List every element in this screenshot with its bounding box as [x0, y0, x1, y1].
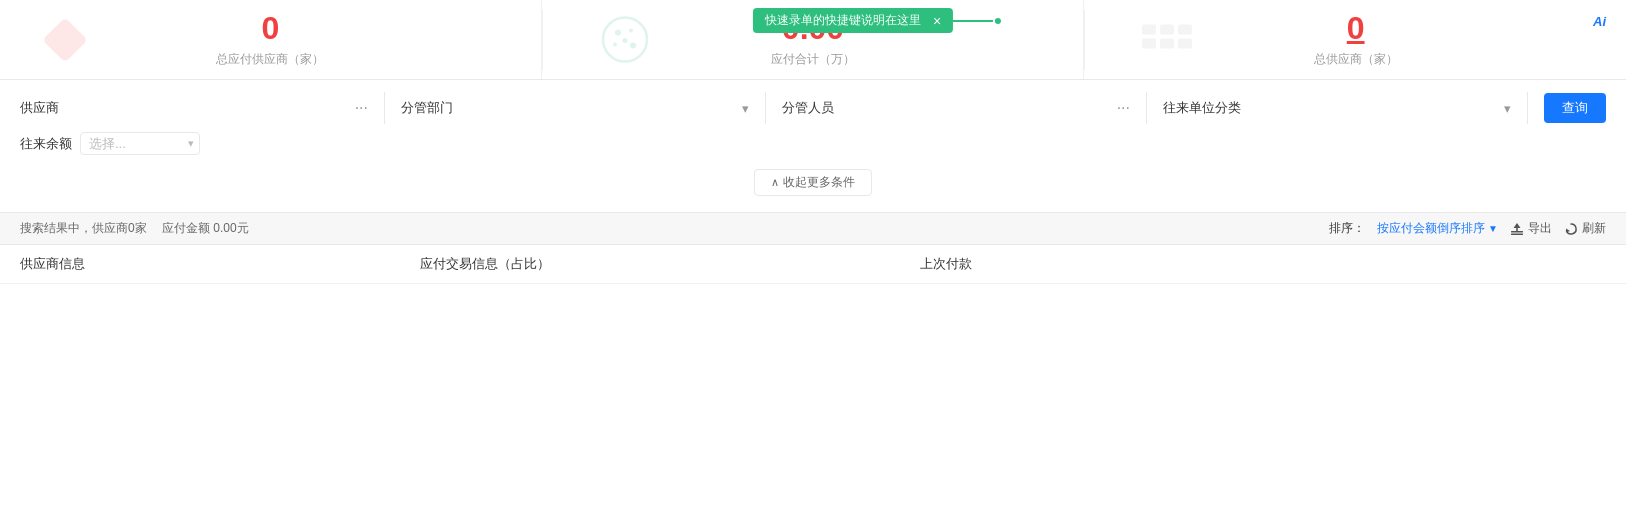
collapse-row: ∧ 收起更多条件 — [20, 159, 1606, 204]
filter-row-1: 供应商 ··· 分管部门 ▾ 分管人员 ··· 往来单位分类 ▾ 查询 — [20, 92, 1606, 124]
svg-marker-17 — [1566, 228, 1570, 232]
tooltip-dot — [993, 16, 1003, 26]
svg-rect-11 — [1142, 38, 1156, 48]
tooltip-close-button[interactable]: × — [933, 13, 941, 29]
grid-icon — [1140, 22, 1195, 57]
export-label: 导出 — [1528, 220, 1552, 237]
filter-department: 分管部门 ▾ — [385, 92, 766, 124]
person-dots[interactable]: ··· — [1117, 99, 1130, 117]
stat-payable-total: 快速录单的快捷键说明在这里 × 0.00 应付合计（万） — [543, 0, 1085, 79]
person-label: 分管人员 — [782, 99, 834, 117]
total-suppliers-count: 0 — [1347, 11, 1365, 46]
col-last-payment: 上次付款 — [920, 255, 1606, 273]
dept-input[interactable] — [461, 101, 738, 116]
svg-point-4 — [629, 28, 633, 32]
results-amount: 应付金额 0.00元 — [162, 221, 249, 235]
search-button[interactable]: 查询 — [1544, 93, 1606, 123]
total-suppliers-label: 总供应商（家） — [1314, 51, 1398, 68]
svg-rect-8 — [1142, 24, 1156, 34]
results-actions: 排序： 按应付会额倒序排序 ▼ 导出 刷新 — [1329, 220, 1606, 237]
supplier-dots[interactable]: ··· — [355, 99, 368, 117]
svg-point-3 — [615, 29, 621, 35]
svg-rect-14 — [1511, 231, 1523, 233]
balance-select[interactable]: 选择... — [80, 132, 200, 155]
svg-point-7 — [622, 38, 627, 43]
ap-suppliers-label: 总应付供应商（家） — [216, 51, 324, 68]
payable-label: 应付合计（万） — [771, 51, 855, 68]
supplier-input[interactable] — [67, 101, 351, 116]
tooltip-text: 快速录单的快捷键说明在这里 — [765, 12, 921, 29]
export-icon — [1510, 222, 1524, 236]
stat-total-suppliers-right: 0 总供应商（家） Ai — [1085, 0, 1626, 79]
unit-type-input[interactable] — [1249, 101, 1500, 116]
svg-rect-13 — [1178, 38, 1192, 48]
svg-rect-12 — [1160, 38, 1174, 48]
balance-label: 往来余额 — [20, 135, 72, 153]
sort-value: 按应付会额倒序排序 — [1377, 221, 1485, 235]
col-supplier-info: 供应商信息 — [20, 255, 420, 273]
cookie-icon — [598, 12, 653, 67]
sort-chevron-icon: ▼ — [1488, 223, 1498, 234]
unit-type-label: 往来单位分类 — [1163, 99, 1241, 117]
export-button[interactable]: 导出 — [1510, 220, 1552, 237]
stats-bar: 0 总应付供应商（家） 快速录单的快捷键说明在这里 × 0.00 应付合计（万） — [0, 0, 1626, 80]
diamond-icon — [40, 15, 90, 65]
supplier-label: 供应商 — [20, 99, 59, 117]
unit-type-chevron-icon[interactable]: ▾ — [1504, 101, 1511, 116]
table-body — [0, 284, 1626, 515]
svg-rect-9 — [1160, 24, 1174, 34]
results-count: 搜索结果中，供应商0家 — [20, 221, 147, 235]
results-bar: 搜索结果中，供应商0家 应付金额 0.00元 排序： 按应付会额倒序排序 ▼ 导… — [0, 213, 1626, 245]
collapse-icon: ∧ — [771, 176, 779, 189]
refresh-label: 刷新 — [1582, 220, 1606, 237]
refresh-button[interactable]: 刷新 — [1564, 220, 1606, 237]
svg-point-6 — [630, 42, 636, 48]
collapse-button[interactable]: ∧ 收起更多条件 — [754, 169, 872, 196]
table-header: 供应商信息 应付交易信息（占比） 上次付款 — [0, 245, 1626, 284]
person-input[interactable] — [842, 101, 1113, 116]
ap-suppliers-count: 0 — [261, 11, 279, 46]
filter-unit-type: 往来单位分类 ▾ — [1147, 92, 1528, 124]
svg-marker-16 — [1514, 223, 1521, 231]
svg-point-5 — [613, 42, 617, 46]
svg-rect-0 — [44, 18, 86, 60]
results-summary: 搜索结果中，供应商0家 应付金额 0.00元 — [20, 220, 249, 237]
filter-person: 分管人员 ··· — [766, 92, 1147, 124]
collapse-label: 收起更多条件 — [783, 174, 855, 191]
filter-area: 供应商 ··· 分管部门 ▾ 分管人员 ··· 往来单位分类 ▾ 查询 往来余额 — [0, 80, 1626, 213]
svg-rect-15 — [1511, 233, 1523, 235]
svg-rect-10 — [1178, 24, 1192, 34]
stat-total-ap-suppliers: 0 总应付供应商（家） — [0, 0, 542, 79]
dept-label: 分管部门 — [401, 99, 453, 117]
filter-supplier: 供应商 ··· — [20, 92, 385, 124]
filter-row-2: 往来余额 选择... ▾ — [20, 132, 1606, 159]
col-ap-transaction: 应付交易信息（占比） — [420, 255, 920, 273]
balance-select-wrapper: 选择... ▾ — [80, 132, 200, 155]
dept-chevron-icon[interactable]: ▾ — [742, 101, 749, 116]
refresh-icon — [1564, 222, 1578, 236]
sort-select[interactable]: 按应付会额倒序排序 ▼ — [1377, 220, 1498, 237]
sort-label: 排序： — [1329, 220, 1365, 237]
tooltip-bar: 快速录单的快捷键说明在这里 × — [753, 8, 953, 33]
ai-label: Ai — [1593, 14, 1606, 29]
